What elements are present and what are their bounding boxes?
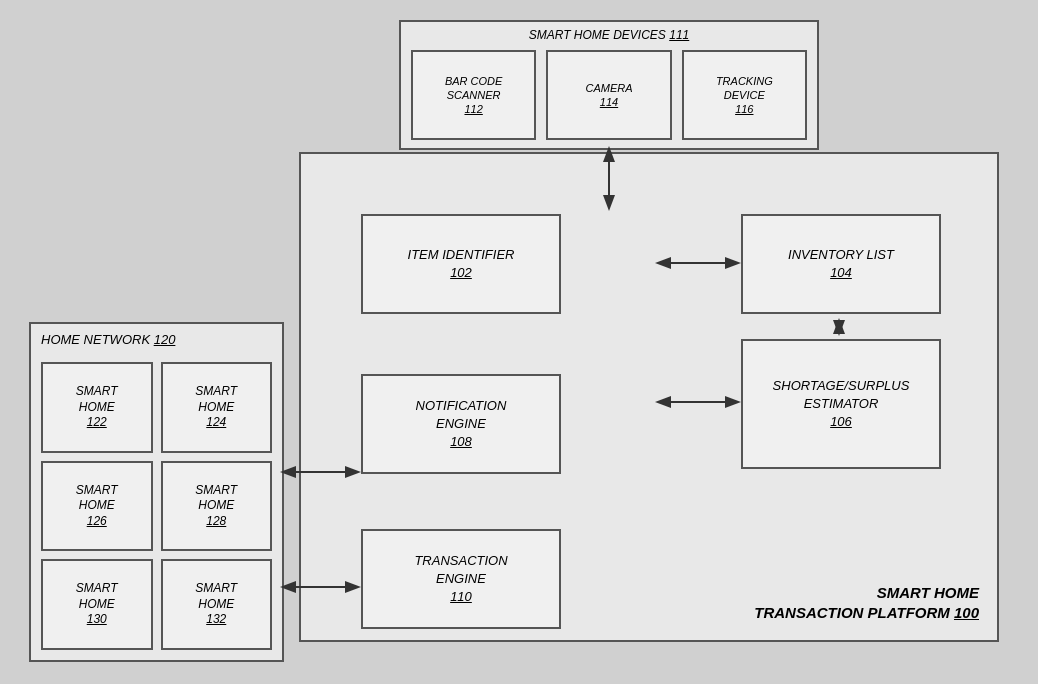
devices-id: 111 xyxy=(669,28,689,42)
camera-box: CAMERA114 xyxy=(546,50,671,140)
platform-box: ITEM IDENTIFIER 102 INVENTORY LIST 104 NOT… xyxy=(299,152,999,642)
inventory-list-id: 104 xyxy=(830,265,852,280)
diagram-wrapper: SMART HOME DEVICES 111 BAR CODESCANNER11… xyxy=(19,12,1019,672)
devices-box: SMART HOME DEVICES 111 BAR CODESCANNER11… xyxy=(399,20,819,150)
devices-title: SMART HOME DEVICES 111 xyxy=(401,28,817,42)
transaction-engine-box: TRANSACTIONENGINE110 xyxy=(361,529,561,629)
barcode-scanner-box: BAR CODESCANNER112 xyxy=(411,50,536,140)
home-network-box: HOME NETWORK 120 SMARTHOME122 SMARTHOME1… xyxy=(29,322,284,662)
smart-home-128: SMARTHOME128 xyxy=(161,461,273,552)
smart-home-132: SMARTHOME132 xyxy=(161,559,273,650)
inventory-list-name: INVENTORY LIST xyxy=(788,247,894,262)
smart-home-124: SMARTHOME124 xyxy=(161,362,273,453)
item-identifier-box: ITEM IDENTIFIER 102 xyxy=(361,214,561,314)
smart-home-122: SMARTHOME122 xyxy=(41,362,153,453)
tracking-device-box: TRACKINGDEVICE116 xyxy=(682,50,807,140)
item-identifier-name: ITEM IDENTIFIER xyxy=(408,247,515,262)
platform-label: SMART HOMETRANSACTION PLATFORM 100 xyxy=(754,583,979,622)
shortage-surplus-box: SHORTAGE/SURPLUSESTIMATOR106 xyxy=(741,339,941,469)
inventory-list-box: INVENTORY LIST 104 xyxy=(741,214,941,314)
smart-grid: SMARTHOME122 SMARTHOME124 SMARTHOME126 S… xyxy=(41,362,272,650)
devices-title-text: SMART HOME DEVICES xyxy=(529,28,666,42)
network-title: HOME NETWORK 120 xyxy=(41,332,175,347)
smart-home-130: SMARTHOME130 xyxy=(41,559,153,650)
smart-home-126: SMARTHOME126 xyxy=(41,461,153,552)
notification-engine-box: NOTIFICATIONENGINE108 xyxy=(361,374,561,474)
devices-inner: BAR CODESCANNER112 CAMERA114 TRACKINGDEV… xyxy=(411,50,807,140)
item-identifier-id: 102 xyxy=(450,265,472,280)
